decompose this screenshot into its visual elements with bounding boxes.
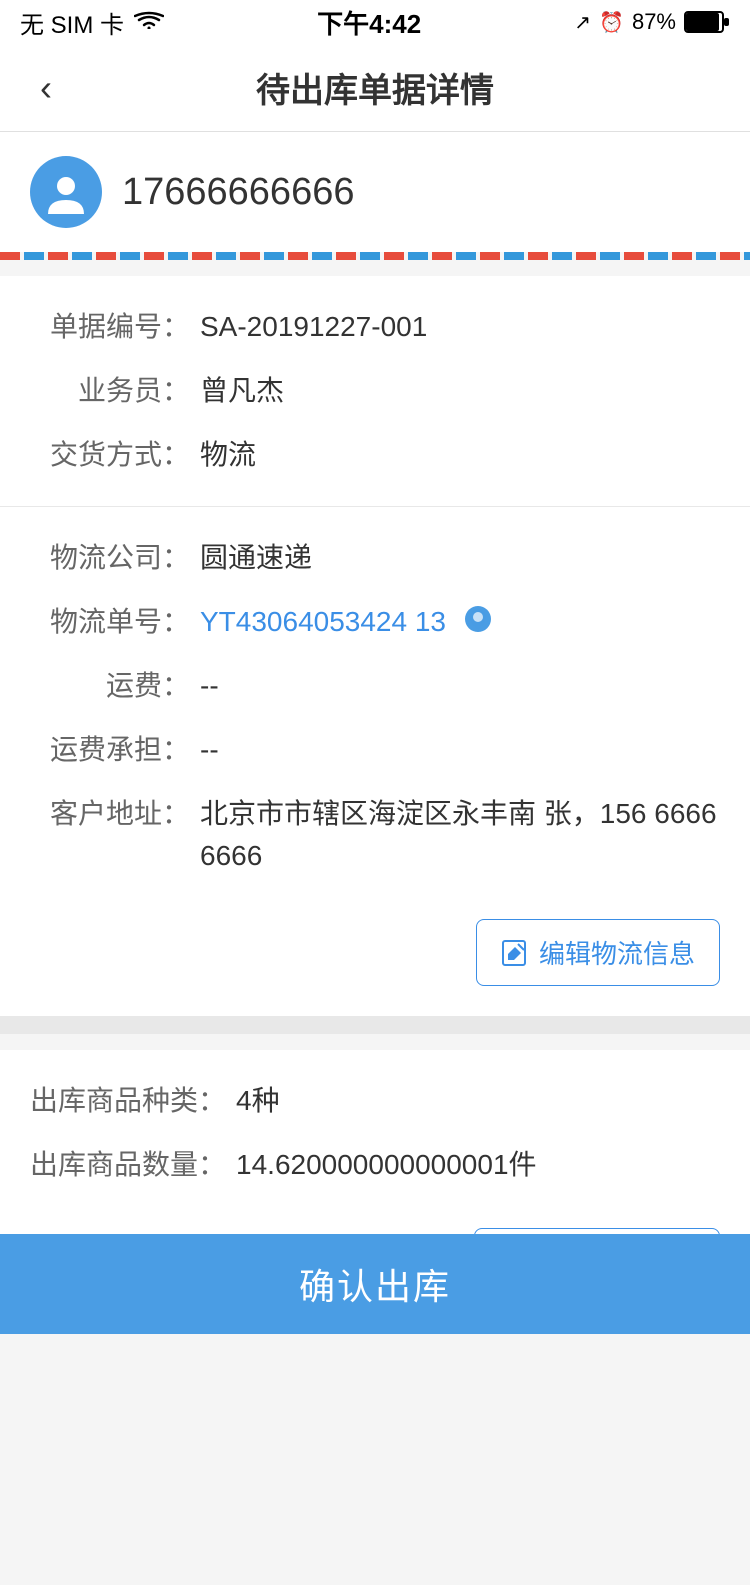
edit-logistics-button[interactable]: 编辑物流信息 [476,919,720,986]
location-pin-icon[interactable] [460,604,496,640]
status-bar: 无 SIM 卡 下午4:42 ↗ ⏰ 87% [0,0,750,44]
alarm-icon: ⏰ [599,10,624,35]
freight-value: -- [200,665,720,707]
customer-phone: 17666666666 [122,171,354,214]
edit-icon [501,939,529,967]
status-left: 无 SIM 卡 [20,5,164,40]
wifi-icon [134,11,164,33]
goods-type-label: 出库商品种类： [30,1080,226,1122]
location-status-icon: ↗ [574,10,591,35]
salesperson-value: 曾凡杰 [200,370,720,412]
delivery-label: 交货方式： [30,434,190,476]
carrier-text: 无 SIM 卡 [20,5,124,40]
nav-bar: ‹ 待出库单据详情 [0,44,750,132]
page-title: 待出库单据详情 [256,63,494,112]
goods-quantity-label: 出库商品数量： [30,1144,226,1186]
customer-header: 17666666666 [0,132,750,252]
tracking-number: YT43064053424 13 [200,601,446,643]
order-no-label: 单据编号： [30,306,190,348]
decorative-divider [0,252,750,260]
goods-quantity-value: 14.620000000000001件 [236,1144,720,1186]
freight-bearer-row: 运费承担： -- [30,729,720,771]
tracking-value: YT43064053424 13 [200,601,720,643]
freight-row: 运费： -- [30,665,720,707]
tracking-row: 物流单号： YT43064053424 13 [30,601,720,643]
confirm-button[interactable]: 确认出库 [0,1234,750,1334]
freight-bearer-label: 运费承担： [30,729,190,771]
logistics-company-value: 圆通速递 [200,537,720,579]
status-right: ↗ ⏰ 87% [574,9,730,35]
logistics-company-row: 物流公司： 圆通速递 [30,537,720,579]
section-gap [0,1017,750,1033]
goods-quantity-row: 出库商品数量： 14.620000000000001件 [30,1144,720,1186]
battery-icon [684,10,730,34]
goods-type-row: 出库商品种类： 4种 [30,1080,720,1122]
user-icon [44,170,88,214]
address-value: 北京市市辖区海淀区永丰南 张，156 6666 6666 [200,793,720,877]
back-button[interactable]: ‹ [30,57,62,119]
order-no-row: 单据编号： SA-20191227-001 [30,306,720,348]
delivery-value: 物流 [200,434,720,476]
edit-logistics-label: 编辑物流信息 [539,934,695,971]
address-row: 客户地址： 北京市市辖区海淀区永丰南 张，156 6666 6666 [30,793,720,877]
freight-label: 运费： [30,665,190,707]
address-label: 客户地址： [30,793,190,835]
goods-type-value: 4种 [236,1080,720,1122]
order-info-section: 单据编号： SA-20191227-001 业务员： 曾凡杰 交货方式： 物流 [0,276,750,506]
salesperson-row: 业务员： 曾凡杰 [30,370,720,412]
logistics-company-label: 物流公司： [30,537,190,579]
bottom-spacer [0,1325,750,1485]
time-display: 下午4:42 [317,4,421,41]
freight-bearer-value: -- [200,729,720,771]
battery-text: 87% [632,9,676,35]
tracking-label: 物流单号： [30,601,190,643]
delivery-row: 交货方式： 物流 [30,434,720,476]
thin-divider-2 [0,1033,750,1034]
salesperson-label: 业务员： [30,370,190,412]
logistics-section: 物流公司： 圆通速递 物流单号： YT43064053424 13 运费： --… [0,506,750,1016]
confirm-button-label: 确认出库 [299,1258,451,1310]
avatar [30,156,102,228]
order-no-value: SA-20191227-001 [200,306,720,348]
